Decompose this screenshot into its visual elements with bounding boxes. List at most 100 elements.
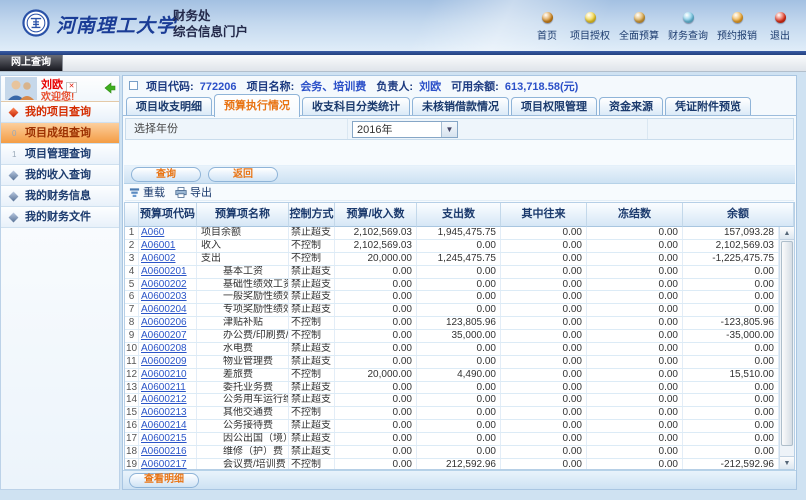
tab-fund-source[interactable]: 资金来源 xyxy=(599,97,663,117)
topnav-project-auth[interactable]: 项目授权 xyxy=(570,12,610,42)
diamond-red-icon xyxy=(8,107,19,118)
table-row[interactable]: 12 A0600210 差旅费 不控制 20,000.00 4,490.00 0.00 0.0… xyxy=(125,368,779,382)
vertical-scrollbar[interactable]: ▲ ▼ xyxy=(779,227,794,469)
budget-code-link[interactable]: A0600209 xyxy=(139,355,197,368)
back-button[interactable]: 返回 xyxy=(208,167,278,182)
budget-amount: 0.00 xyxy=(335,330,417,342)
export-button[interactable]: 导出 xyxy=(175,184,212,200)
col-header-2[interactable]: 预算项名称 xyxy=(197,203,289,227)
topnav-reserve-reimburse[interactable]: 预约报销 xyxy=(717,12,757,42)
collapse-icon[interactable] xyxy=(129,81,138,90)
table-row[interactable]: 13 A0600211 委托业务费 禁止超支 0.00 0.00 0.00 0.00 0.00 xyxy=(125,381,779,395)
tab-budget-execution[interactable]: 预算执行情况 xyxy=(214,94,300,117)
full-budget-icon xyxy=(633,12,645,23)
scroll-down-icon[interactable]: ▼ xyxy=(780,456,794,469)
collapse-sidebar-icon[interactable] xyxy=(104,82,116,94)
budget-code-link[interactable]: A0600204 xyxy=(139,304,197,317)
budget-code-link[interactable]: A0600203 xyxy=(139,291,197,304)
table-row[interactable]: 8 A0600206 津贴补贴 不控制 0.00 123,805.96 0.00 0.00 -1… xyxy=(125,317,779,330)
table-row[interactable]: 16 A0600214 公务接待费 禁止超支 0.00 0.00 0.00 0.00 0.00 xyxy=(125,420,779,433)
table-row[interactable]: 14A0600212公务用车运行维护费禁止超支0.000.000.000.000… xyxy=(125,394,779,408)
query-button[interactable]: 查询 xyxy=(131,167,201,182)
budget-code-link[interactable]: A0600206 xyxy=(139,317,197,329)
table-row[interactable]: 19 A0600217 会议费/培训费 不控制 0.00 212,592.96 0.00 0.… xyxy=(125,458,779,469)
sidebar-item-my-finance-files[interactable]: 我的财务文件 xyxy=(1,207,119,228)
table-row[interactable]: 10 A0600208 水电费 禁止超支 0.00 0.00 0.00 0.00 0.00 xyxy=(125,342,779,356)
sidebar-item-project-manage-query[interactable]: 1 项目管理查询 xyxy=(1,144,119,165)
reload-button[interactable]: 重载 xyxy=(129,184,165,200)
col-header-8[interactable]: 余额 xyxy=(683,203,794,227)
tab-voucher-preview[interactable]: 凭证附件预览 xyxy=(665,97,751,117)
col-header-7[interactable]: 冻结数 xyxy=(587,203,683,227)
budget-name: 一般奖励性绩效 xyxy=(197,291,289,304)
frozen-amount: 0.00 xyxy=(587,445,683,458)
table-row[interactable]: 6 A0600203 一般奖励性绩效 禁止超支 0.00 0.00 0.00 0.00 0.00 xyxy=(125,291,779,305)
table-row[interactable]: 1 A060 项目余额 禁止超支 2,102,569.03 1,945,475.75 0.0… xyxy=(125,227,779,240)
col-header-5[interactable]: 支出数 xyxy=(417,203,501,227)
table-row[interactable]: 11 A0600209 物业管理费 禁止超支 0.00 0.00 0.00 0.00 0.00 xyxy=(125,355,779,369)
budget-code-link[interactable]: A0600215 xyxy=(139,433,197,445)
frozen-amount: 0.00 xyxy=(587,458,683,469)
table-row[interactable]: 15 A0600213 其他交通费 不控制 0.00 0.00 0.00 0.00 0.00 xyxy=(125,407,779,421)
scroll-up-icon[interactable]: ▲ xyxy=(780,227,794,240)
col-header-4[interactable]: 预算/收入数 xyxy=(335,203,417,227)
topnav-full-budget[interactable]: 全面预算 xyxy=(619,12,659,42)
tab-income-expense-detail[interactable]: 项目收支明细 xyxy=(126,97,212,117)
col-header-1[interactable]: 预算项代码 xyxy=(139,203,197,227)
budget-code-link[interactable]: A0600208 xyxy=(139,342,197,355)
topnav-home[interactable]: 首页 xyxy=(533,12,561,42)
budget-name: 办公费/印刷费/邮电费 xyxy=(197,330,289,342)
tab-unverified-loans[interactable]: 未核销借款情况 xyxy=(412,97,509,117)
table-row[interactable]: 5 A0600202 基础性绩效工资 禁止超支 0.00 0.00 0.00 0.00 0.00 xyxy=(125,278,779,292)
view-detail-button[interactable]: 查看明细 xyxy=(129,472,199,488)
budget-code-link[interactable]: A0600207 xyxy=(139,330,197,342)
nav-tab-online-query[interactable]: 网上查询 xyxy=(0,55,63,71)
table-row[interactable]: 2 A06001 收入 不控制 2,102,569.03 0.00 0.00 0.00 2,10… xyxy=(125,239,779,253)
tab-permission-manage[interactable]: 项目权限管理 xyxy=(511,97,597,117)
table-row[interactable]: 18 A0600216 维修（护）费 禁止超支 0.00 0.00 0.00 0.00 0.00 xyxy=(125,445,779,459)
col-header-6[interactable]: 其中往来 xyxy=(501,203,587,227)
topnav-finance-query[interactable]: 财务查询 xyxy=(668,12,708,42)
control-mode: 禁止超支 xyxy=(289,381,335,394)
sidebar-item-project-group-query[interactable]: 0 项目成组查询 xyxy=(1,123,119,144)
tab-category-statistics[interactable]: 收支科目分类统计 xyxy=(302,97,410,117)
sidebar-item-my-project-query[interactable]: 我的项目查询 xyxy=(1,102,119,123)
budget-code-link[interactable]: A0600212 xyxy=(139,394,197,407)
budget-code-link[interactable]: A06002 xyxy=(139,252,197,265)
sidebar-item-my-finance-info[interactable]: 我的财务信息 xyxy=(1,186,119,207)
budget-name: 物业管理费 xyxy=(197,355,289,368)
table-row[interactable]: 9A0600207办公费/印刷费/邮电费不控制0.0035,000.000.00… xyxy=(125,330,779,343)
row-number: 3 xyxy=(125,252,139,265)
table-row[interactable]: 4 A0600201 基本工资 禁止超支 0.00 0.00 0.00 0.00 0.00 xyxy=(125,265,779,279)
current-amount: 0.00 xyxy=(501,291,587,304)
diamond-blue-icon xyxy=(8,212,19,223)
table-row[interactable]: 7 A0600204 专项奖励性绩效 禁止超支 0.00 0.00 0.00 0.00 0.00 xyxy=(125,304,779,318)
row-number: 7 xyxy=(125,304,139,317)
sidebar-item-my-income-query[interactable]: 我的收入查询 xyxy=(1,165,119,186)
frozen-amount: 0.00 xyxy=(587,252,683,265)
frozen-amount: 0.00 xyxy=(587,317,683,329)
col-header-3[interactable]: 控制方式 xyxy=(289,203,335,227)
project-name-label: 项目名称: xyxy=(246,81,295,93)
budget-code-link[interactable]: A0600213 xyxy=(139,407,197,420)
table-row[interactable]: 17A0600215因公出国（境）费禁止超支0.000.000.000.000.… xyxy=(125,433,779,446)
year-select[interactable]: 2016年 ▼ xyxy=(352,120,458,138)
budget-code-link[interactable]: A060 xyxy=(139,227,197,239)
topnav-logout[interactable]: 退出 xyxy=(766,12,794,42)
project-code-value: 772206 xyxy=(199,81,237,93)
budget-code-link[interactable]: A0600201 xyxy=(139,265,197,278)
budget-code-link[interactable]: A0600216 xyxy=(139,445,197,458)
budget-name: 差旅费 xyxy=(197,368,289,381)
scrollbar-thumb[interactable] xyxy=(781,241,793,446)
balance-amount: -212,592.96 xyxy=(683,458,779,469)
budget-code-link[interactable]: A0600211 xyxy=(139,381,197,394)
chevron-down-icon[interactable]: ▼ xyxy=(441,121,457,137)
budget-code-link[interactable]: A0600217 xyxy=(139,458,197,469)
budget-code-link[interactable]: A0600210 xyxy=(139,368,197,381)
control-mode: 不控制 xyxy=(289,368,335,381)
budget-code-link[interactable]: A06001 xyxy=(139,239,197,252)
budget-code-link[interactable]: A0600202 xyxy=(139,278,197,291)
budget-code-link[interactable]: A0600214 xyxy=(139,420,197,432)
table-row[interactable]: 3 A06002 支出 不控制 20,000.00 1,245,475.75 0.00 0.0… xyxy=(125,252,779,266)
row-number: 9 xyxy=(125,330,139,342)
